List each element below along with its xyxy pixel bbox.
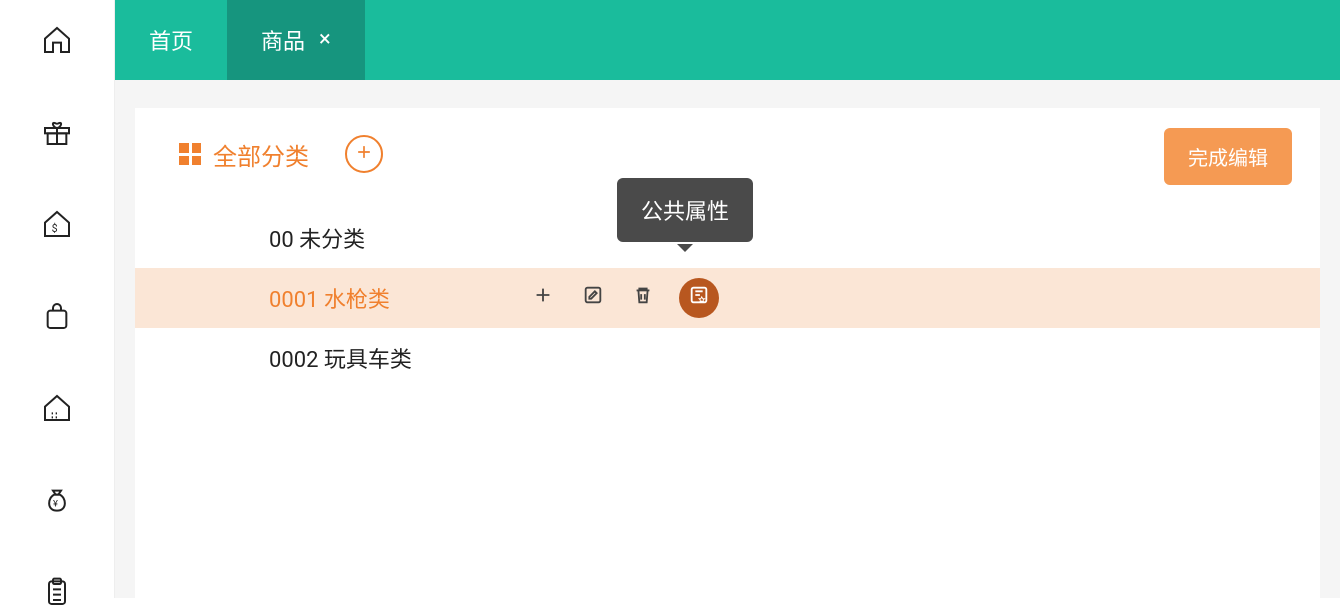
svg-text:$: $: [52, 222, 58, 235]
panel-header: 全部分类: [135, 132, 1320, 176]
category-label: 0002 玩具车类: [269, 342, 529, 374]
tab-label: 商品: [261, 24, 305, 56]
home-icon: [41, 24, 73, 60]
public-attribute-button[interactable]: [679, 278, 719, 318]
add-category-button[interactable]: [345, 135, 383, 173]
list-star-icon: [688, 284, 710, 312]
category-label: 0001 水枪类: [269, 282, 529, 314]
tab-home[interactable]: 首页: [115, 0, 227, 80]
sidebar-item-clipboard[interactable]: [37, 576, 77, 612]
svg-text:¥: ¥: [53, 499, 58, 510]
sidebar-item-home[interactable]: [37, 24, 77, 60]
tab-products[interactable]: 商品 ×: [227, 0, 365, 80]
row-actions: [529, 278, 719, 318]
sidebar-item-building[interactable]: [37, 392, 77, 428]
grid-icon: [179, 143, 201, 165]
sidebar-item-money-bag[interactable]: ¥: [37, 484, 77, 520]
content-area: 全部分类 完成编辑 公共属性 00 未分类 0001 水枪类: [115, 80, 1340, 598]
plus-icon: [354, 142, 374, 166]
finish-edit-button[interactable]: 完成编辑: [1164, 128, 1292, 185]
edit-category-button[interactable]: [579, 284, 607, 312]
money-bag-icon: ¥: [41, 484, 73, 520]
sidebar: $ ¥: [0, 0, 115, 598]
add-subcategory-button[interactable]: [529, 284, 557, 312]
tab-label: 首页: [149, 24, 193, 56]
clipboard-icon: [41, 576, 73, 612]
trash-icon: [632, 284, 654, 312]
category-list: 00 未分类 0001 水枪类: [135, 208, 1320, 388]
edit-icon: [582, 284, 604, 312]
sidebar-item-bag[interactable]: [37, 300, 77, 336]
category-row[interactable]: 00 未分类: [135, 208, 1320, 268]
sidebar-item-money-home[interactable]: $: [37, 208, 77, 244]
gift-icon: [41, 116, 73, 152]
category-row[interactable]: 0001 水枪类: [135, 268, 1320, 328]
category-label: 00 未分类: [269, 222, 529, 254]
plus-icon: [532, 284, 554, 312]
topbar: 首页 商品 ×: [115, 0, 1340, 80]
category-row[interactable]: 0002 玩具车类: [135, 328, 1320, 388]
panel-title: 全部分类: [213, 137, 309, 172]
close-icon[interactable]: ×: [319, 29, 331, 51]
category-panel: 全部分类 完成编辑 公共属性 00 未分类 0001 水枪类: [135, 108, 1320, 598]
shopping-bag-icon: [41, 300, 73, 336]
money-home-icon: $: [41, 208, 73, 244]
sidebar-item-gift[interactable]: [37, 116, 77, 152]
building-icon: [41, 392, 73, 428]
delete-category-button[interactable]: [629, 284, 657, 312]
